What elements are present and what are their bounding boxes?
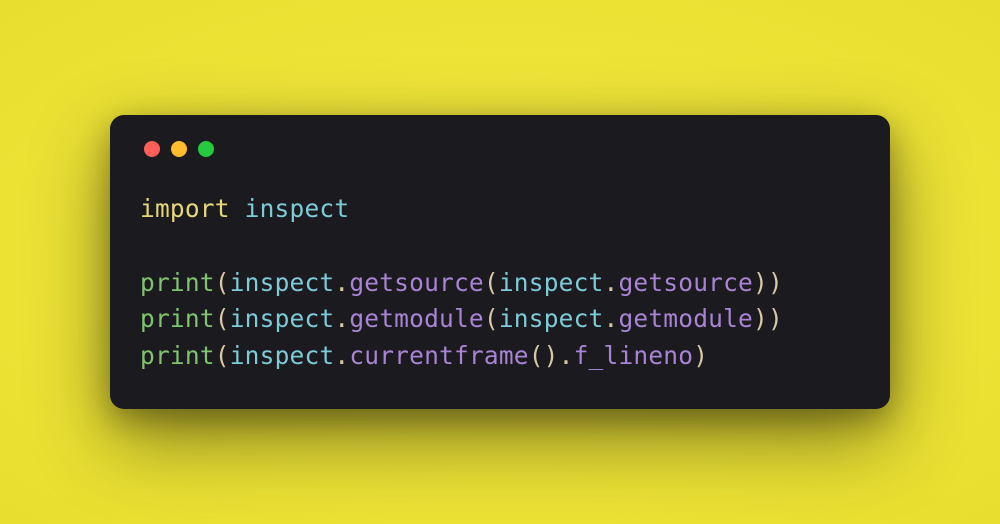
code-token: [230, 194, 245, 223]
code-token: (: [215, 268, 230, 297]
code-line: print(inspect.getsource(inspect.getsourc…: [140, 265, 860, 302]
code-token: (: [484, 268, 499, 297]
code-token: inspect: [499, 268, 604, 297]
code-token: inspect: [230, 268, 335, 297]
close-icon[interactable]: [144, 141, 160, 157]
code-token: inspect: [499, 304, 604, 333]
code-token: print: [140, 341, 215, 370]
code-token: print: [140, 304, 215, 333]
code-token: ().: [529, 341, 574, 370]
code-token: print: [140, 268, 215, 297]
code-token: f_lineno: [574, 341, 694, 370]
code-token: ): [693, 341, 708, 370]
code-window: import inspectprint(inspect.getsource(in…: [110, 115, 890, 409]
code-token: getmodule: [618, 304, 753, 333]
code-token: getsource: [618, 268, 753, 297]
code-token: getsource: [349, 268, 484, 297]
maximize-icon[interactable]: [198, 141, 214, 157]
window-controls: [144, 141, 860, 157]
code-token: .: [334, 341, 349, 370]
code-line: import inspect: [140, 191, 860, 228]
code-token: )): [753, 304, 783, 333]
code-token: (: [215, 341, 230, 370]
code-token: )): [753, 268, 783, 297]
code-token: inspect: [245, 194, 350, 223]
code-token: .: [604, 268, 619, 297]
code-line: print(inspect.currentframe().f_lineno): [140, 338, 860, 375]
code-token: .: [334, 304, 349, 333]
code-block: import inspectprint(inspect.getsource(in…: [140, 191, 860, 375]
code-token: getmodule: [349, 304, 484, 333]
code-token: inspect: [230, 341, 335, 370]
minimize-icon[interactable]: [171, 141, 187, 157]
code-token: (: [215, 304, 230, 333]
code-token: .: [604, 304, 619, 333]
code-line: print(inspect.getmodule(inspect.getmodul…: [140, 301, 860, 338]
code-token: .: [334, 268, 349, 297]
code-line: [140, 228, 860, 265]
code-token: (: [484, 304, 499, 333]
code-token: import: [140, 194, 230, 223]
code-token: currentframe: [349, 341, 528, 370]
code-token: inspect: [230, 304, 335, 333]
